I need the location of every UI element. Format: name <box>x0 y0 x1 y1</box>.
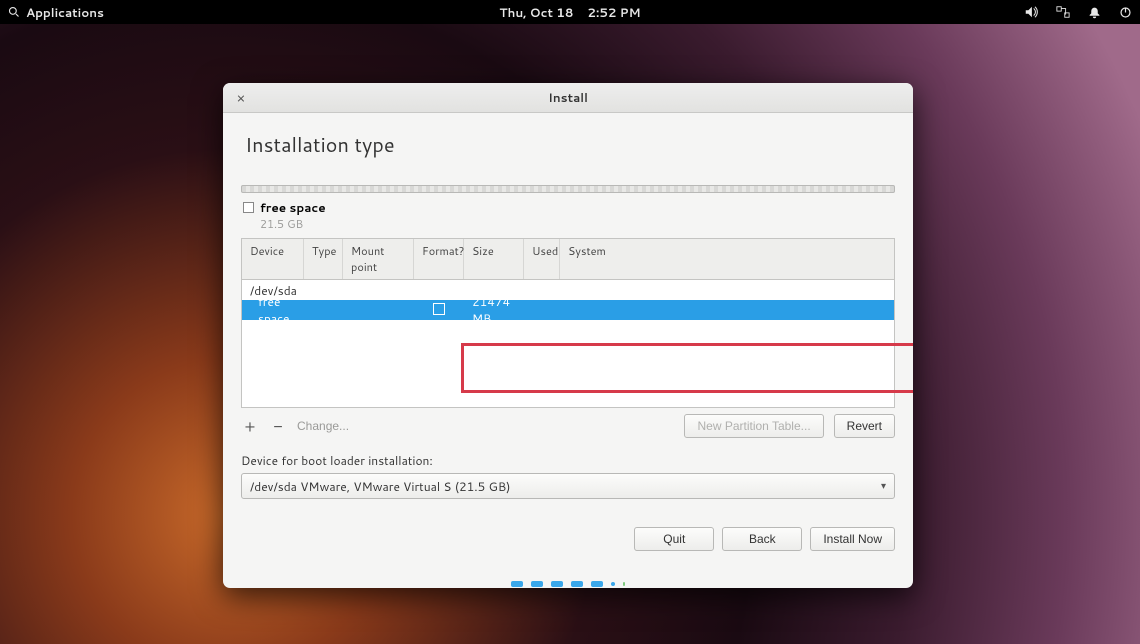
format-checkbox[interactable] <box>433 303 445 315</box>
content-area: free space 21.5 GB Device Type Mount poi… <box>223 169 913 588</box>
titlebar: × Install <box>223 83 913 113</box>
search-icon <box>8 6 20 18</box>
install-now-button[interactable]: Install Now <box>810 527 895 551</box>
new-partition-table-button[interactable]: New Partition Table... <box>684 414 823 438</box>
col-device[interactable]: Device <box>242 239 304 279</box>
bootloader-value: /dev/sda VMware, VMware Virtual S (21.5 … <box>250 478 511 495</box>
date-label: Thu, Oct 18 <box>499 4 573 21</box>
back-button[interactable]: Back <box>722 527 802 551</box>
partition-legend: free space <box>241 193 895 216</box>
cell-size: 21474 MB <box>464 293 524 327</box>
activities-button[interactable]: Applications <box>8 4 104 21</box>
partition-bar[interactable] <box>241 185 895 193</box>
progress-dot <box>531 581 543 587</box>
top-panel: Applications Thu, Oct 18 2:52 PM <box>0 0 1140 24</box>
partition-table: Device Type Mount point Format? Size Use… <box>241 238 895 408</box>
remove-partition-button[interactable]: − <box>269 415 287 438</box>
bootloader-select[interactable]: /dev/sda VMware, VMware Virtual S (21.5 … <box>241 473 895 499</box>
progress-dot <box>611 582 615 586</box>
col-size[interactable]: Size <box>464 239 524 279</box>
col-used[interactable]: Used <box>524 239 560 279</box>
progress-dot <box>551 581 563 587</box>
volume-icon[interactable] <box>1024 5 1038 19</box>
progress-dot <box>511 581 523 587</box>
change-button[interactable]: Change... <box>297 419 349 433</box>
col-system[interactable]: System <box>560 239 894 279</box>
bootloader-label: Device for boot loader installation: <box>241 452 895 469</box>
free-space-size: 21.5 GB <box>260 216 895 232</box>
col-format[interactable]: Format? <box>414 239 464 279</box>
partition-toolbar: + − Change... New Partition Table... Rev… <box>241 414 895 438</box>
free-space-label: free space <box>260 199 326 216</box>
revert-button[interactable]: Revert <box>834 414 895 438</box>
notification-icon[interactable] <box>1088 6 1101 19</box>
window-title: Install <box>548 89 588 106</box>
add-partition-button[interactable]: + <box>241 415 259 438</box>
page-title: Installation type <box>223 113 913 169</box>
network-icon[interactable] <box>1056 5 1070 19</box>
table-row[interactable]: /dev/sda <box>242 280 894 300</box>
progress-dot <box>591 581 603 587</box>
time-label: 2:52 PM <box>587 4 640 21</box>
clock[interactable]: Thu, Oct 18 2:52 PM <box>499 4 640 21</box>
close-button[interactable]: × <box>233 90 249 106</box>
footer-buttons: Quit Back Install Now <box>241 527 895 551</box>
applications-label: Applications <box>26 4 104 21</box>
cell-format[interactable] <box>414 302 464 319</box>
progress-dot <box>571 581 583 587</box>
col-type[interactable]: Type <box>304 239 343 279</box>
installer-window: × Install Installation type free space 2… <box>223 83 913 588</box>
col-mount[interactable]: Mount point <box>343 239 414 279</box>
power-icon[interactable] <box>1119 6 1132 19</box>
cell-device: free space <box>242 293 304 327</box>
free-space-swatch <box>243 202 254 213</box>
progress-dots <box>241 581 895 587</box>
table-row[interactable]: free space 21474 MB <box>242 300 894 320</box>
quit-button[interactable]: Quit <box>634 527 714 551</box>
table-header: Device Type Mount point Format? Size Use… <box>242 239 894 280</box>
progress-dot <box>623 582 625 586</box>
